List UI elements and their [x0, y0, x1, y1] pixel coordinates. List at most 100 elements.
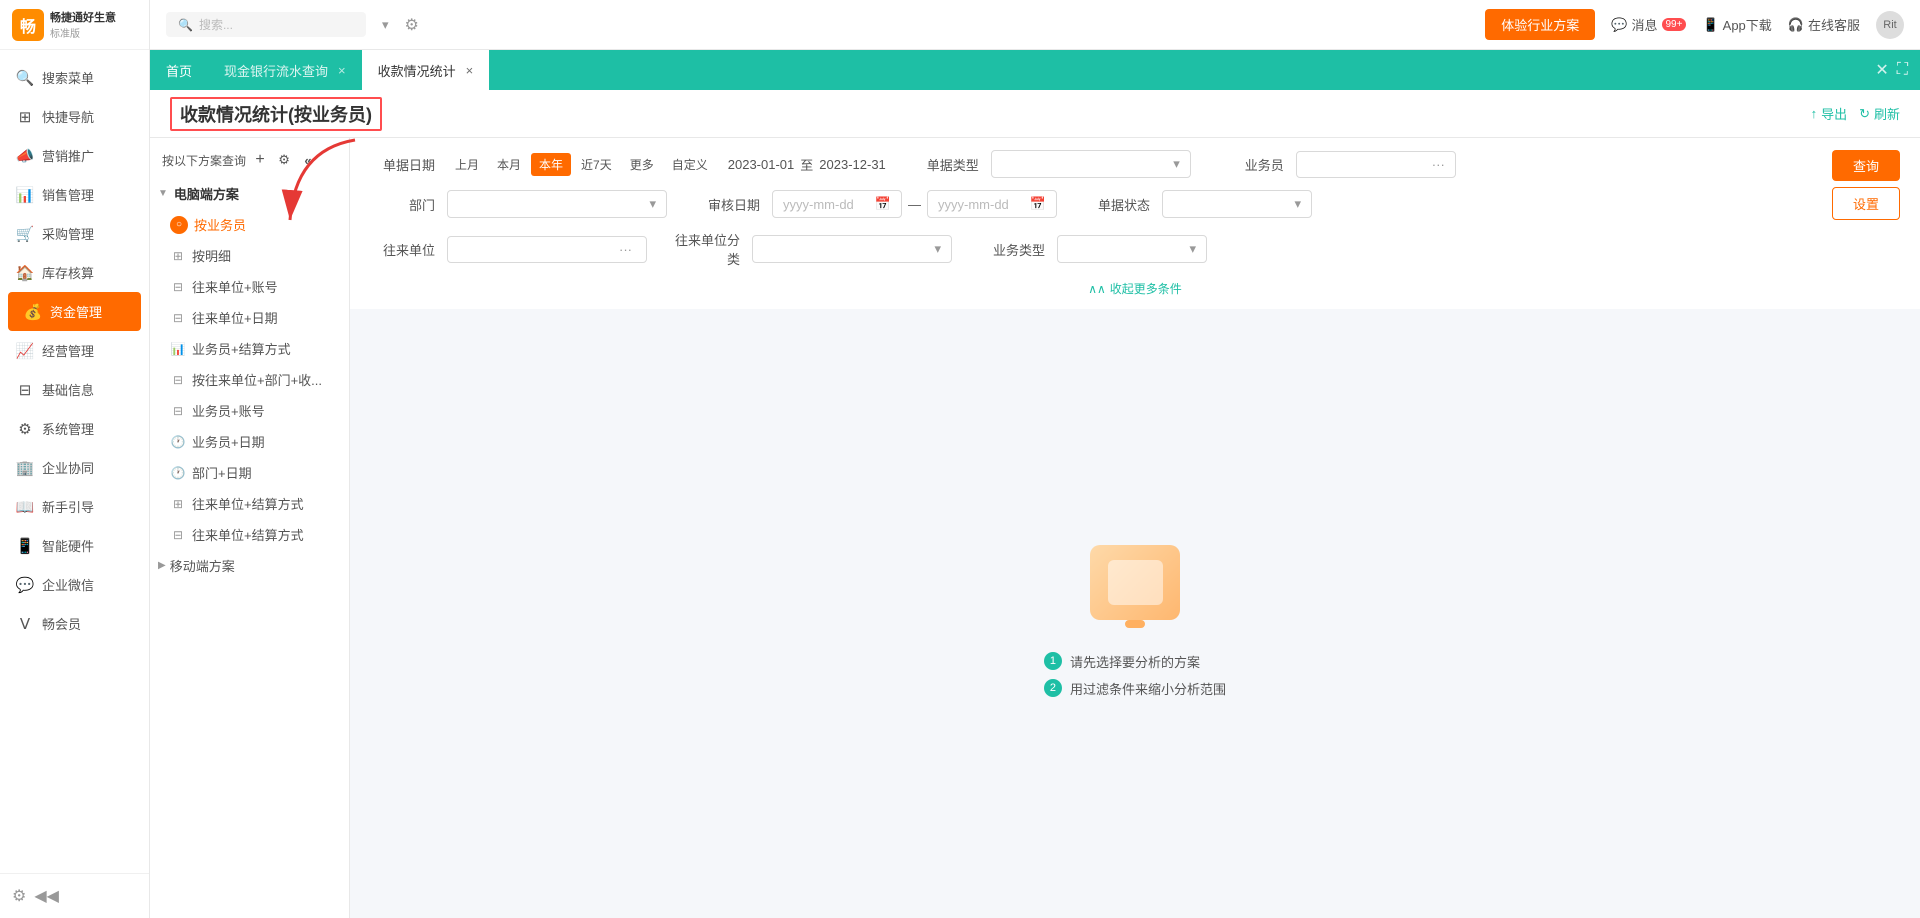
window-close-icon[interactable]: ✕	[1875, 60, 1888, 80]
nav-member[interactable]: Ⅴ 畅会员	[0, 604, 149, 643]
purchase-icon: 🛒	[16, 225, 34, 243]
chart-icon: 📊	[170, 341, 186, 357]
calendar-icon-to[interactable]: 📅	[1030, 196, 1046, 212]
counterpart-select[interactable]: ···	[447, 236, 647, 263]
topbar-search-box[interactable]: 🔍 搜索...	[166, 12, 366, 37]
nav-system[interactable]: ⚙ 系统管理	[0, 409, 149, 448]
tab-collection[interactable]: 收款情况统计 ×	[362, 50, 490, 90]
tree-item-salesperson[interactable]: ○ 按业务员	[150, 209, 349, 240]
settings-gear-icon[interactable]: ⚙	[405, 15, 419, 35]
nav-marketing[interactable]: 📣 营销推广	[0, 136, 149, 175]
messages-badge: 99+	[1662, 18, 1687, 31]
trial-button[interactable]: 体验行业方案	[1485, 9, 1595, 40]
nav-basic-info[interactable]: ⊟ 基础信息	[0, 370, 149, 409]
refresh-button[interactable]: ↻ 刷新	[1859, 104, 1900, 123]
tab-cashflow-close[interactable]: ×	[338, 63, 346, 78]
date-tab-more[interactable]: 更多	[622, 153, 662, 176]
tree-item-partner-settle1[interactable]: ⊞ 往来单位+结算方式	[150, 488, 349, 519]
nav-operation[interactable]: 📈 经营管理	[0, 331, 149, 370]
nav-finance[interactable]: 💰 资金管理	[8, 292, 141, 331]
counterpart-dots[interactable]: ···	[619, 242, 632, 257]
settings-bottom-icon[interactable]: ⚙	[12, 886, 26, 906]
step2-num: 2	[1044, 679, 1062, 697]
nav-smart-hardware[interactable]: 📱 智能硬件	[0, 526, 149, 565]
filter-section: 单据日期 上月 本月 本年 近7天 更多 自定义 2023-01-01	[350, 138, 1920, 309]
online-service-group[interactable]: 🎧 在线客服	[1788, 15, 1860, 34]
collapse-bottom-icon[interactable]: ◀◀	[34, 886, 59, 906]
member-icon: Ⅴ	[16, 615, 34, 633]
salesperson-select[interactable]: ···	[1296, 151, 1456, 178]
topbar-right: 体验行业方案 💬 消息 99+ 📱 App下载 🎧 在线客服 Rit	[1485, 9, 1904, 40]
business-type-select[interactable]: ▾	[1057, 235, 1207, 263]
tree-item-dept-date[interactable]: 🕐 部门+日期	[150, 457, 349, 488]
scheme-settings-icon[interactable]: ⚙	[274, 150, 294, 170]
clock2-icon: 🕐	[170, 465, 186, 481]
collapse-filters-bar[interactable]: ∧∧ 收起更多条件	[370, 280, 1900, 297]
search-icon: 🔍	[178, 18, 193, 32]
window-expand-icon[interactable]: ⛶	[1897, 61, 1908, 79]
nav-sales[interactable]: 📊 销售管理	[0, 175, 149, 214]
business-type-arrow: ▾	[1189, 241, 1196, 257]
dept-arrow: ▾	[649, 196, 656, 212]
voucher-type-label: 单据类型	[914, 155, 979, 174]
query-button[interactable]: 查询	[1832, 150, 1900, 181]
tree-item-partner-settle2[interactable]: ⊟ 往来单位+结算方式	[150, 519, 349, 550]
nav-enterprise[interactable]: 🏢 企业协同	[0, 448, 149, 487]
tree-item-partner-date[interactable]: ⊟ 往来单位+日期	[150, 302, 349, 333]
grid-icon: ⊞	[170, 248, 186, 264]
counterpart-cat-select[interactable]: ▾	[752, 235, 952, 263]
date-tab-custom[interactable]: 自定义	[664, 153, 716, 176]
date-tab-this-month[interactable]: 本月	[489, 153, 529, 176]
voucher-type-select[interactable]: ▾	[991, 150, 1191, 178]
nav-guide[interactable]: 📖 新手引导	[0, 487, 149, 526]
salesperson-dots[interactable]: ···	[1432, 157, 1445, 172]
settings-button[interactable]: 设置	[1832, 187, 1900, 220]
tree-item-partner-dept[interactable]: ⊟ 按往来单位+部门+收...	[150, 364, 349, 395]
inventory-icon: 🏠	[16, 264, 34, 282]
tab-collection-close[interactable]: ×	[466, 63, 474, 78]
date-tab-7days[interactable]: 近7天	[573, 153, 620, 176]
tree-item-staff-settle[interactable]: 📊 业务员+结算方式	[150, 333, 349, 364]
nav-purchase[interactable]: 🛒 采购管理	[0, 214, 149, 253]
date-tab-last-month[interactable]: 上月	[447, 153, 487, 176]
tree-item-detail[interactable]: ⊞ 按明细	[150, 240, 349, 271]
tab-home[interactable]: 首页	[150, 50, 208, 90]
business-type-label: 业务类型	[980, 240, 1045, 259]
dropdown-arrow-icon[interactable]: ▾	[382, 17, 389, 33]
calendar-icon-from[interactable]: 📅	[875, 196, 891, 212]
grid2-icon: ⊞	[170, 496, 186, 512]
marketing-icon: 📣	[16, 147, 34, 165]
nav-wechat[interactable]: 💬 企业微信	[0, 565, 149, 604]
date-tab-this-year[interactable]: 本年	[531, 153, 571, 176]
messages-group[interactable]: 💬 消息 99+	[1611, 15, 1686, 34]
user-avatar[interactable]: Rit	[1876, 11, 1904, 39]
finance-icon: 💰	[24, 303, 42, 321]
app-download-group[interactable]: 📱 App下载	[1702, 15, 1771, 34]
date-from: 2023-01-01	[728, 157, 795, 172]
tree-item-staff-account[interactable]: ⊟ 业务员+账号	[150, 395, 349, 426]
collapse-label: 收起更多条件	[1110, 280, 1182, 297]
export-button[interactable]: ↑ 导出	[1811, 104, 1848, 123]
nav-label: 新手引导	[42, 497, 94, 516]
audit-date-from-input[interactable]: yyyy-mm-dd 📅	[772, 190, 902, 218]
nav-inventory[interactable]: 🏠 库存核算	[0, 253, 149, 292]
dept-select[interactable]: ▾	[447, 190, 667, 218]
table3-icon: ⊟	[170, 403, 186, 419]
voucher-status-select[interactable]: ▾	[1162, 190, 1312, 218]
tree-item-partner-account[interactable]: ⊟ 往来单位+账号	[150, 271, 349, 302]
logo-edition: 标准版	[50, 25, 116, 40]
nav-label: 资金管理	[50, 302, 102, 321]
filter-fields: 单据日期 上月 本月 本年 近7天 更多 自定义 2023-01-01	[370, 150, 1820, 268]
tree-item-staff-date[interactable]: 🕐 业务员+日期	[150, 426, 349, 457]
collapse-panel-icon[interactable]: «	[298, 150, 318, 170]
audit-date-to-input[interactable]: yyyy-mm-dd 📅	[927, 190, 1057, 218]
nav-label: 经营管理	[42, 341, 94, 360]
voucher-status-label: 单据状态	[1085, 195, 1150, 214]
tab-cashflow[interactable]: 现金银行流水查询 ×	[208, 50, 362, 90]
table4-icon: ⊟	[170, 527, 186, 543]
tree-section-mobile[interactable]: ▶ 移动端方案	[150, 550, 349, 581]
add-scheme-icon[interactable]: +	[250, 150, 270, 170]
nav-search-menu[interactable]: 🔍 搜索菜单	[0, 58, 149, 97]
nav-quick-nav[interactable]: ⊞ 快捷导航	[0, 97, 149, 136]
nav-label: 营销推广	[42, 146, 94, 165]
